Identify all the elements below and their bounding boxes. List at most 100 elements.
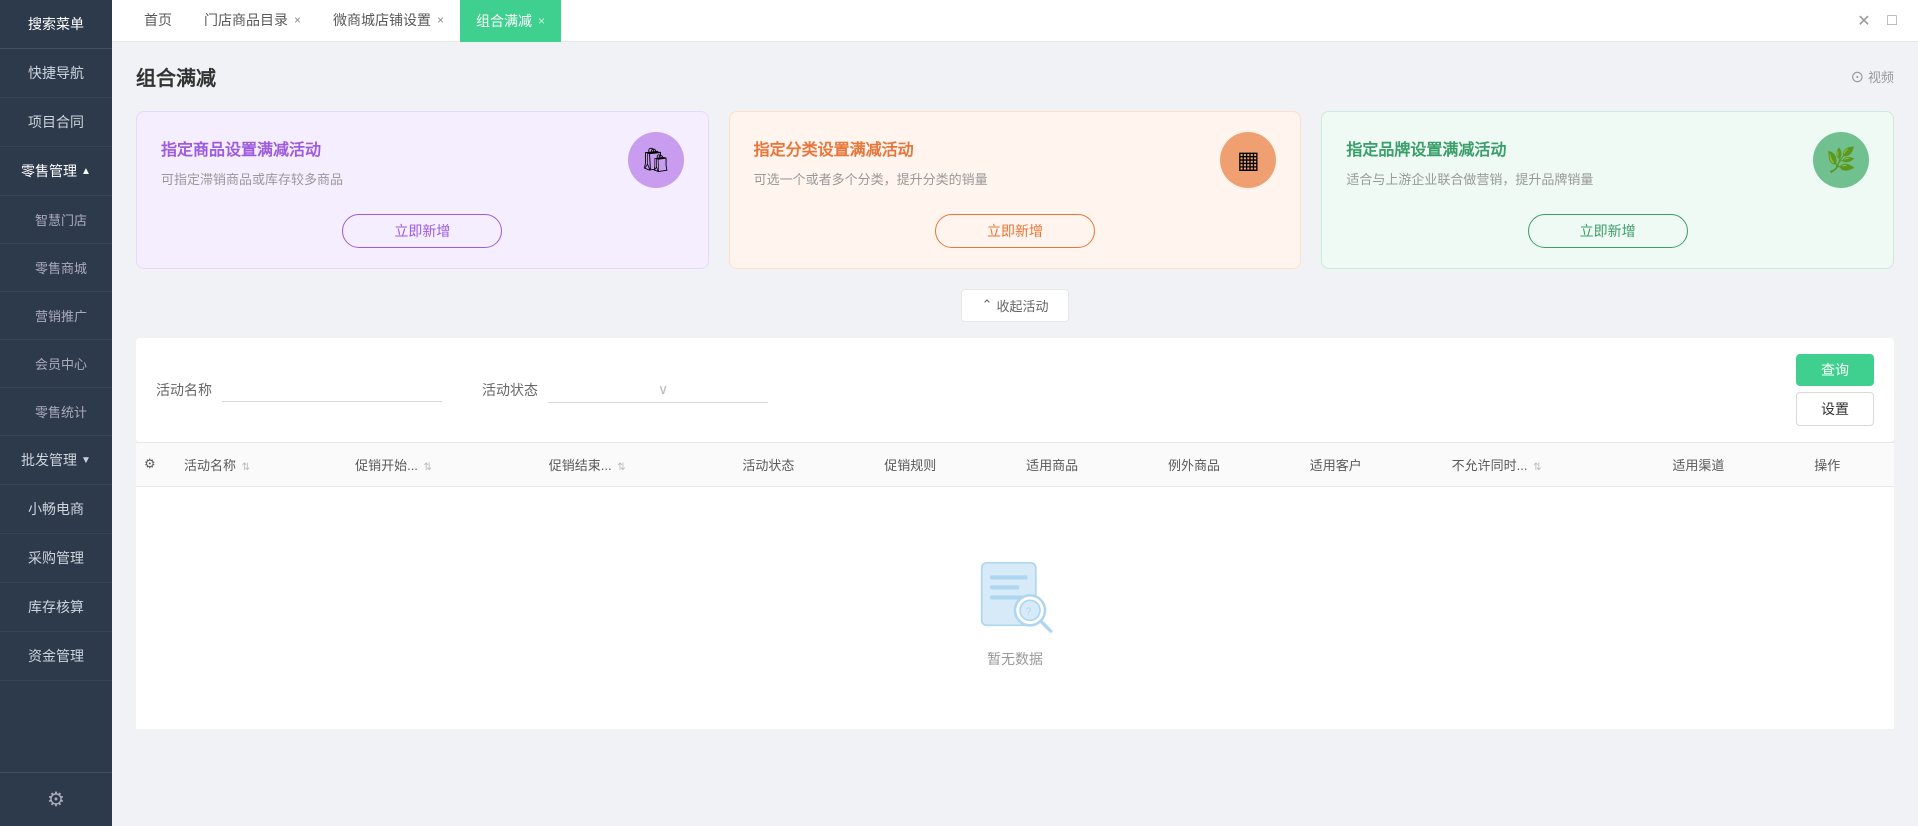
sidebar-item-retail-mall[interactable]: 零售商城 <box>0 244 112 292</box>
empty-illustration: ? <box>965 547 1065 637</box>
close-btn[interactable]: ✕ <box>1854 11 1874 31</box>
sidebar-item-label: 项目合同 <box>28 112 84 132</box>
cards-row: 指定商品设置满减活动 🛍 可指定滞销商品或库存较多商品 立即新增 指定分类设置满… <box>136 111 1894 269</box>
th-activity-name-label: 活动名称 <box>184 458 236 473</box>
th-applicable-goods: 适用商品 <box>1018 442 1160 486</box>
window-controls: ✕ □ <box>1854 11 1902 31</box>
sidebar-item-wholesale-mgmt[interactable]: 批发管理 ▼ <box>0 436 112 485</box>
th-activity-name[interactable]: 活动名称 ⇅ <box>176 442 347 486</box>
tab-combo-discount[interactable]: 组合满减 × <box>460 0 561 42</box>
sidebar-item-purchase-mgmt[interactable]: 采购管理 <box>0 534 112 583</box>
tab-store-catalog[interactable]: 门店商品目录 × <box>188 0 317 42</box>
sidebar-item-label: 资金管理 <box>28 646 84 666</box>
product-card-desc: 可指定滞销商品或库存较多商品 <box>161 170 684 190</box>
settings-button[interactable]: 设置 <box>1796 392 1874 426</box>
arrow-icon: ▼ <box>81 455 91 466</box>
sidebar-item-retail-stats[interactable]: 零售统计 <box>0 388 112 436</box>
tab-store-catalog-close[interactable]: × <box>294 13 301 27</box>
category-card-icon: ▦ <box>1220 132 1276 188</box>
sidebar: 搜索菜单 快捷导航 项目合同 零售管理 ▲ 智慧门店 零售商城 营销推广 会员中… <box>0 0 112 826</box>
th-operation: 操作 <box>1806 442 1894 486</box>
sort-icon: ⇅ <box>1533 462 1541 473</box>
th-promo-end[interactable]: 促销结束... ⇅ <box>541 442 735 486</box>
table-wrapper: ⚙ 活动名称 ⇅ 促销开始... ⇅ 促销结束... ⇅ <box>136 442 1894 729</box>
collapse-activity-btn[interactable]: ⌃ 收起活动 <box>961 289 1070 322</box>
th-exception-goods-label: 例外商品 <box>1168 458 1220 473</box>
table-empty-cell: ? 暂无数据 <box>136 486 1894 729</box>
maximize-btn[interactable]: □ <box>1882 11 1902 31</box>
page-content: 组合满减 ⊙ 视频 指定商品设置满减活动 🛍 可指定滞销商品或库存较多商品 立即… <box>112 42 1918 826</box>
category-card-title: 指定分类设置满减活动 <box>754 136 1277 160</box>
sidebar-item-retail-mgmt[interactable]: 零售管理 ▲ <box>0 147 112 196</box>
tab-home-label: 首页 <box>144 10 172 30</box>
sidebar-item-finance-mgmt[interactable]: 资金管理 <box>0 632 112 681</box>
brand-card-add-btn[interactable]: 立即新增 <box>1528 214 1688 248</box>
video-link[interactable]: ⊙ 视频 <box>1851 67 1894 87</box>
sidebar-item-label: 零售统计 <box>35 402 87 421</box>
filter-activity-name-label: 活动名称 <box>156 380 212 400</box>
product-card-icon: 🛍 <box>628 132 684 188</box>
th-applicable-goods-label: 适用商品 <box>1026 458 1078 473</box>
main-area: 首页 门店商品目录 × 微商城店铺设置 × 组合满减 × ✕ □ 组合满减 ⊙ … <box>112 0 1918 826</box>
chevron-up-icon: ⌃ <box>982 297 993 313</box>
svg-text:?: ? <box>1026 606 1032 617</box>
th-settings[interactable]: ⚙ <box>136 442 176 486</box>
th-promo-end-label: 促销结束... <box>549 458 612 473</box>
product-activity-card: 指定商品设置满减活动 🛍 可指定滞销商品或库存较多商品 立即新增 <box>136 111 709 269</box>
arrow-icon: ▲ <box>81 166 91 177</box>
activity-table: ⚙ 活动名称 ⇅ 促销开始... ⇅ 促销结束... ⇅ <box>136 442 1894 729</box>
sidebar-item-smart-store[interactable]: 智慧门店 <box>0 196 112 244</box>
sidebar-item-label: 会员中心 <box>35 354 87 373</box>
th-promo-rule-label: 促销规则 <box>884 458 936 473</box>
th-activity-status-label: 活动状态 <box>742 458 794 473</box>
brand-card-desc: 适合与上游企业联合做营销，提升品牌销量 <box>1346 170 1869 190</box>
tab-wechat-store-settings[interactable]: 微商城店铺设置 × <box>317 0 460 42</box>
empty-text: 暂无数据 <box>136 649 1894 669</box>
filter-activity-status-select[interactable]: ∨ <box>548 377 768 403</box>
sidebar-search[interactable]: 搜索菜单 <box>0 0 112 49</box>
sidebar-item-inventory-calc[interactable]: 库存核算 <box>0 583 112 632</box>
table-body: ? 暂无数据 <box>136 486 1894 729</box>
play-circle-icon: ⊙ <box>1851 67 1864 87</box>
sidebar-item-label: 批发管理 <box>21 450 77 470</box>
sidebar-item-xiaochangEC[interactable]: 小畅电商 <box>0 485 112 534</box>
filter-activity-name-input[interactable] <box>222 377 442 402</box>
product-card-add-btn[interactable]: 立即新增 <box>342 214 502 248</box>
sidebar-item-member-center[interactable]: 会员中心 <box>0 340 112 388</box>
table-empty-row: ? 暂无数据 <box>136 486 1894 729</box>
filter-item-activity-name: 活动名称 <box>156 377 442 402</box>
th-applicable-channel: 适用渠道 <box>1664 442 1806 486</box>
settings-icon: ⚙ <box>47 789 65 811</box>
sort-icon: ⇅ <box>424 462 432 473</box>
th-applicable-customer-label: 适用客户 <box>1310 458 1362 473</box>
sidebar-item-label: 零售商城 <box>35 258 87 277</box>
sidebar-item-label: 库存核算 <box>28 597 84 617</box>
sidebar-item-marketing[interactable]: 营销推广 <box>0 292 112 340</box>
sidebar-item-label: 智慧门店 <box>35 210 87 229</box>
sidebar-item-label: 采购管理 <box>28 548 84 568</box>
tab-combo-discount-close[interactable]: × <box>538 14 545 28</box>
sidebar-item-project-contract[interactable]: 项目合同 <box>0 98 112 147</box>
filter-item-activity-status: 活动状态 ∨ <box>482 377 768 403</box>
th-not-allow-concurrent[interactable]: 不允许同时... ⇅ <box>1444 442 1665 486</box>
tab-home[interactable]: 首页 <box>128 0 188 42</box>
sidebar-settings-btn[interactable]: ⚙ <box>0 772 112 826</box>
filter-actions: 查询 设置 <box>1796 354 1874 426</box>
tab-wechat-store-close[interactable]: × <box>437 13 444 27</box>
th-operation-label: 操作 <box>1814 458 1840 473</box>
th-activity-status: 活动状态 <box>734 442 876 486</box>
filter-activity-status-label: 活动状态 <box>482 380 538 400</box>
th-applicable-customer: 适用客户 <box>1302 442 1444 486</box>
th-promo-start[interactable]: 促销开始... ⇅ <box>347 442 541 486</box>
brand-activity-card: 指定品牌设置满减活动 🌿 适合与上游企业联合做营销，提升品牌销量 立即新增 <box>1321 111 1894 269</box>
sidebar-item-quick-nav[interactable]: 快捷导航 <box>0 49 112 98</box>
table-header-row: ⚙ 活动名称 ⇅ 促销开始... ⇅ 促销结束... ⇅ <box>136 442 1894 486</box>
sidebar-item-label: 快捷导航 <box>28 63 84 83</box>
brand-card-title: 指定品牌设置满减活动 <box>1346 136 1869 160</box>
th-not-allow-concurrent-label: 不允许同时... <box>1452 458 1528 473</box>
product-card-title: 指定商品设置满减活动 <box>161 136 684 160</box>
page-header: 组合满减 ⊙ 视频 <box>136 62 1894 91</box>
query-button[interactable]: 查询 <box>1796 354 1874 386</box>
tab-combo-discount-label: 组合满减 <box>476 11 532 31</box>
category-card-add-btn[interactable]: 立即新增 <box>935 214 1095 248</box>
